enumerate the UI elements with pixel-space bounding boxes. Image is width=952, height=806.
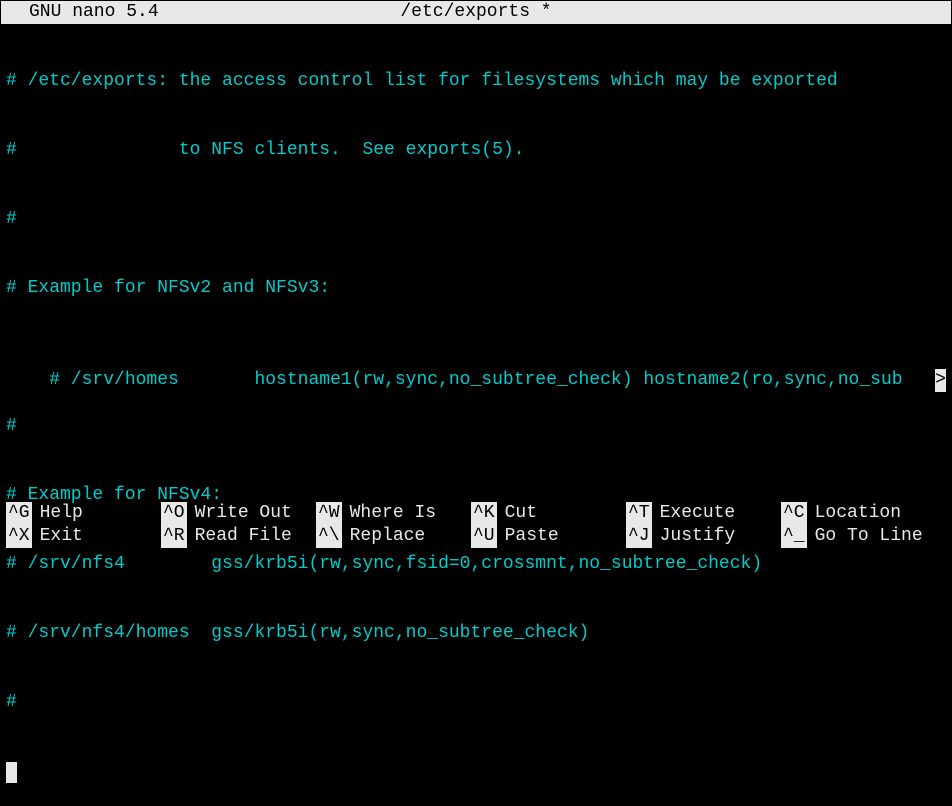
- cursor: [6, 762, 17, 783]
- help-item-execute[interactable]: ^TExecute: [626, 502, 781, 525]
- editor-line: # /srv/nfs4 gss/krb5i(rw,sync,fsid=0,cro…: [6, 553, 946, 576]
- help-item-location[interactable]: ^CLocation: [781, 502, 936, 525]
- editor-line: #: [6, 691, 946, 714]
- help-item-help[interactable]: ^GHelp: [6, 502, 161, 525]
- file-path: /etc/exports *: [400, 1, 551, 24]
- editor-line: # /srv/nfs4/homes gss/krb5i(rw,sync,no_s…: [6, 622, 946, 645]
- editor-line: #: [6, 415, 946, 438]
- help-item-paste[interactable]: ^UPaste: [471, 525, 626, 548]
- line-continuation-icon: >: [935, 369, 946, 392]
- titlebar: GNU nano 5.4 /etc/exports *: [1, 1, 951, 24]
- help-row-1: ^GHelp ^OWrite Out ^WWhere Is ^KCut ^TEx…: [6, 502, 946, 525]
- editor-line: # /etc/exports: the access control list …: [6, 70, 946, 93]
- help-item-cut[interactable]: ^KCut: [471, 502, 626, 525]
- help-bar: ^GHelp ^OWrite Out ^WWhere Is ^KCut ^TEx…: [1, 502, 951, 548]
- help-item-replace[interactable]: ^\Replace: [316, 525, 471, 548]
- editor-area[interactable]: # /etc/exports: the access control list …: [1, 24, 951, 806]
- help-item-justify[interactable]: ^JJustify: [626, 525, 781, 548]
- help-item-exit[interactable]: ^XExit: [6, 525, 161, 548]
- help-item-writeout[interactable]: ^OWrite Out: [161, 502, 316, 525]
- cursor-line: [6, 760, 946, 783]
- help-item-gotoline[interactable]: ^_Go To Line: [781, 525, 936, 548]
- help-item-readfile[interactable]: ^RRead File: [161, 525, 316, 548]
- app-name: GNU nano 5.4: [29, 1, 159, 24]
- editor-line: # to NFS clients. See exports(5).: [6, 139, 946, 162]
- editor-line: # /srv/homes hostname1(rw,sync,no_subtre…: [6, 346, 946, 369]
- help-item-whereis[interactable]: ^WWhere Is: [316, 502, 471, 525]
- editor-line: # Example for NFSv2 and NFSv3:: [6, 277, 946, 300]
- editor-line: #: [6, 208, 946, 231]
- help-row-2: ^XExit ^RRead File ^\Replace ^UPaste ^JJ…: [6, 525, 946, 548]
